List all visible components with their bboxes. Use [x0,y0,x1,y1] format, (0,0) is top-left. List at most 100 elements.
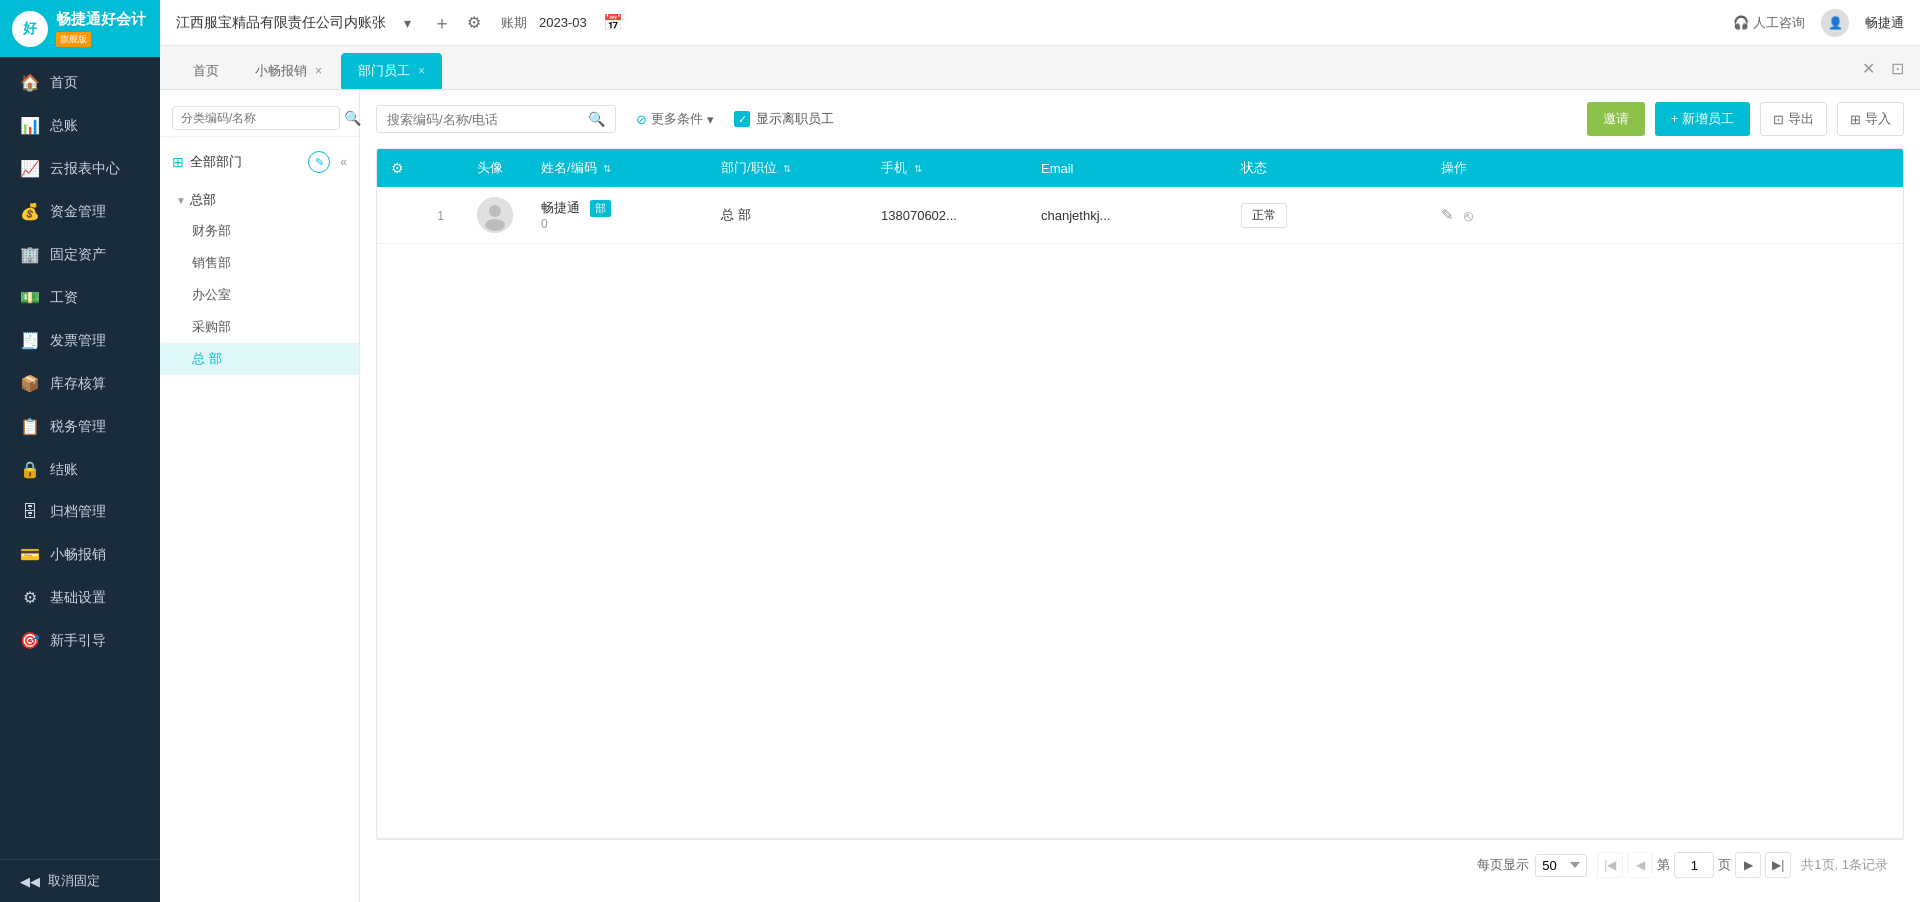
sidebar-item-inventory[interactable]: 📦 库存核算 [0,362,160,405]
show-resigned-label: 显示离职员工 [756,110,834,128]
dept-item-bangong[interactable]: 办公室 [160,279,359,311]
dept-add-button[interactable]: ✎ [308,151,330,173]
invite-label: 邀请 [1603,111,1629,126]
sidebar-item-settings[interactable]: ⚙ 基础设置 [0,576,160,619]
tab-dept-emp-close[interactable]: × [418,64,425,78]
cell-settings [377,187,423,244]
unpin-button[interactable]: ◀◀ 取消固定 [0,859,160,902]
sidebar-label-home: 首页 [50,74,78,92]
tab-close-button[interactable]: ✕ [1858,54,1879,81]
dept-search-input[interactable] [172,106,340,130]
tab-xiaochang[interactable]: 小畅报销 × [238,53,339,89]
settings-icon: ⚙ [20,588,40,607]
sidebar-item-home[interactable]: 🏠 首页 [0,61,160,104]
avatar-placeholder-icon: 👤 [1828,16,1843,30]
export-button[interactable]: ⊡ 导出 [1760,102,1827,136]
page-suffix: 页 [1718,856,1731,874]
table-settings-icon[interactable]: ⚙ [391,160,404,176]
delete-button[interactable]: ⎋ [1464,207,1473,224]
sidebar-item-reports[interactable]: 📈 云报表中心 [0,147,160,190]
add-employee-button[interactable]: + 新增员工 [1655,102,1750,136]
tab-dept-emp-label: 部门员工 [358,62,410,80]
page-input: 第 页 [1657,852,1731,878]
page-prev-button[interactable]: ◀ [1627,852,1653,878]
tab-dept-emp[interactable]: 部门员工 × [341,53,442,89]
emp-search-icon[interactable]: 🔍 [588,111,605,127]
tab-home[interactable]: 首页 [176,53,236,89]
dept-collapse-button[interactable]: « [340,155,347,169]
employee-status-badge: 正常 [1241,203,1287,228]
tabbar-controls: ✕ ⊡ [1858,54,1908,81]
more-filter-button[interactable]: ⊘ 更多条件 ▾ [626,105,724,133]
show-resigned-checkbox[interactable]: ✓ [734,111,750,127]
sidebar-item-ledger[interactable]: 📊 总账 [0,104,160,147]
company-dropdown-button[interactable]: ▾ [398,13,417,33]
dept-panel: 🔍 ⊞ 全部部门 ✎ « ▼ 总部 财务部 销售部 办公室 [160,90,360,902]
sidebar-item-assets[interactable]: 🏢 固定资产 [0,233,160,276]
dept-item-caiwu[interactable]: 财务部 [160,215,359,247]
filter-chevron-icon: ▾ [707,112,714,127]
sidebar-item-archive[interactable]: 🗄 归档管理 [0,491,160,533]
cell-num: 1 [423,187,463,244]
page-next-button[interactable]: ▶ [1735,852,1761,878]
topbar-right: 🎧 人工咨询 👤 畅捷通 [1733,9,1904,37]
dept-search-icon[interactable]: 🔍 [344,110,361,126]
dept-add-icon: ✎ [315,156,324,169]
dept-group-zongbu[interactable]: ▼ 总部 [160,185,359,215]
employee-email: chanjethkj... [1041,208,1110,223]
sidebar-label-tax: 税务管理 [50,418,106,436]
tab-expand-button[interactable]: ⊡ [1887,54,1908,81]
user-avatar: 👤 [1821,9,1849,37]
filter-label: 更多条件 [651,110,703,128]
sidebar-logo[interactable]: 好 畅捷通好会计 旗舰版 [0,0,160,57]
col-num [423,149,463,187]
payroll-icon: 💵 [20,288,40,307]
all-depts-header[interactable]: ⊞ 全部部门 ✎ « [160,143,359,181]
page-number-input[interactable] [1674,852,1714,878]
page-last-button[interactable]: ▶| [1765,852,1791,878]
col-settings: ⚙ [377,149,423,187]
sidebar-item-close[interactable]: 🔒 结账 [0,448,160,491]
dept-item-zongbu[interactable]: 总 部 [160,343,359,375]
grid-icon: ⊞ [172,154,184,170]
col-name[interactable]: 姓名/编码 ⇅ [527,149,707,187]
export-icon: ⊡ [1773,112,1784,127]
col-phone[interactable]: 手机 ⇅ [867,149,1027,187]
sidebar-item-tax[interactable]: 📋 税务管理 [0,405,160,448]
col-name-label: 姓名/编码 [541,160,597,175]
service-button[interactable]: 🎧 人工咨询 [1733,14,1805,32]
add-company-button[interactable]: ＋ [429,11,455,35]
capital-icon: 💰 [20,202,40,221]
edit-button[interactable]: ✎ [1441,206,1454,224]
import-button[interactable]: ⊞ 导入 [1837,102,1904,136]
unpin-icon: ◀◀ [20,874,40,889]
dept-item-xiaoshou[interactable]: 销售部 [160,247,359,279]
cell-name: 畅捷通 部 0 [527,187,707,244]
sidebar-label-settings: 基础设置 [50,589,106,607]
emp-search-box: 🔍 [376,105,616,133]
headset-icon: 🎧 [1733,15,1749,30]
invite-button[interactable]: 邀请 [1587,102,1645,136]
page-body: 🔍 ⊞ 全部部门 ✎ « ▼ 总部 财务部 销售部 办公室 [160,90,1920,902]
page-first-button[interactable]: |◀ [1597,852,1623,878]
dept-item-caigou[interactable]: 采购部 [160,311,359,343]
per-page-select[interactable]: 10 20 50 100 [1535,854,1587,877]
sidebar-item-payroll[interactable]: 💵 工资 [0,276,160,319]
sidebar-item-capital[interactable]: 💰 资金管理 [0,190,160,233]
emp-search-input[interactable] [387,112,582,127]
sidebar-item-invoice[interactable]: 🧾 发票管理 [0,319,160,362]
assets-icon: 🏢 [20,245,40,264]
sidebar-item-xiaochang[interactable]: 💳 小畅报销 [0,533,160,576]
page-label: 第 [1657,856,1670,874]
col-dept[interactable]: 部门/职位 ⇅ [707,149,867,187]
tab-xiaochang-close[interactable]: × [315,64,322,78]
show-resigned-toggle[interactable]: ✓ 显示离职员工 [734,110,834,128]
tabbar: 首页 小畅报销 × 部门员工 × ✕ ⊡ [160,46,1920,90]
sidebar-item-guide[interactable]: 🎯 新手引导 [0,619,160,662]
cell-email: chanjethkj... [1027,187,1227,244]
cell-action: ✎ ⎋ [1427,187,1903,244]
calendar-icon[interactable]: 📅 [603,13,623,32]
svg-point-2 [485,219,505,231]
settings-gear-icon[interactable]: ⚙ [467,13,481,32]
employee-table: ⚙ 头像 姓名/编码 ⇅ 部门/职位 ⇅ [376,148,1904,839]
